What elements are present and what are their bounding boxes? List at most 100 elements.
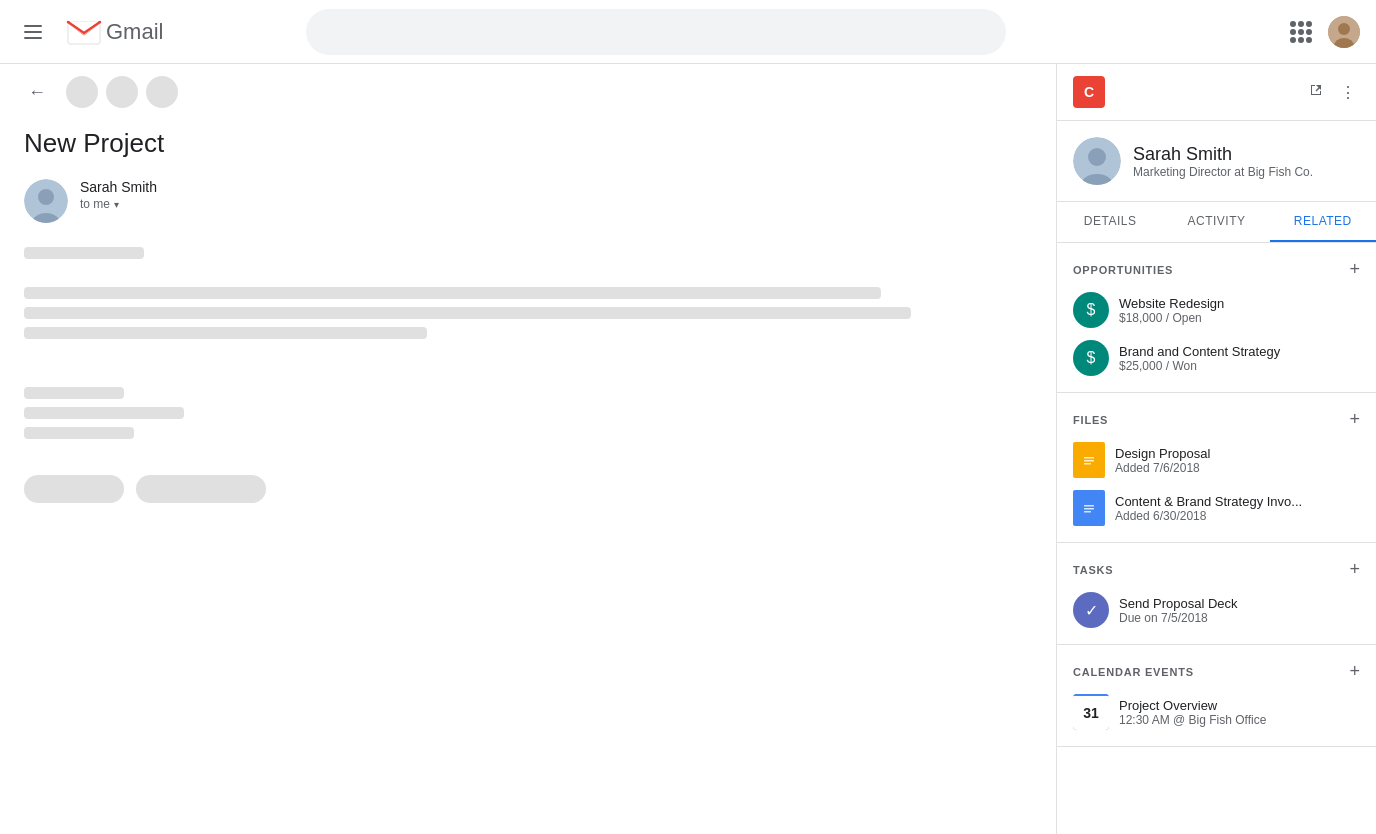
opportunity-2-content: Brand and Content Strategy $25,000 / Won [1119,344,1360,373]
toolbar-actions [66,76,178,108]
to-label: to me [80,197,110,211]
file-item-2: Content & Brand Strategy Invo... Added 6… [1073,490,1360,526]
file-2-title[interactable]: Content & Brand Strategy Invo... [1115,494,1360,509]
opportunity-1-icon: $ [1073,292,1109,328]
body-buttons [24,475,1032,503]
contact-info: Sarah Smith Marketing Director at Big Fi… [1057,121,1376,202]
opportunity-item-1: $ Website Redesign $18,000 / Open [1073,292,1360,328]
file-1-title[interactable]: Design Proposal [1115,446,1360,461]
side-panel: C ⋮ Sarah Smith Marketing Director at Bi… [1056,64,1376,834]
gmail-m-icon [66,18,102,46]
calendar-header: CALENDAR EVENTS + [1073,661,1360,682]
contact-title: Marketing Director at Big Fish Co. [1133,165,1313,179]
contact-avatar [1073,137,1121,185]
calendar-1-icon: 31 [1073,694,1109,730]
opportunity-2-title[interactable]: Brand and Content Strategy [1119,344,1360,359]
add-event-button[interactable]: + [1349,661,1360,682]
files-section: FILES + Design Proposal Added 7/6/2018 C… [1057,393,1376,543]
email-toolbar: ← [24,64,1032,120]
file-1-sub: Added 7/6/2018 [1115,461,1360,475]
opportunity-2-icon: $ [1073,340,1109,376]
calendar-1-title[interactable]: Project Overview [1119,698,1360,713]
side-panel-header: C ⋮ [1057,64,1376,121]
tasks-section: TASKS + ✓ Send Proposal Deck Due on 7/5/… [1057,543,1376,645]
file-1-content: Design Proposal Added 7/6/2018 [1115,446,1360,475]
tab-activity[interactable]: ACTIVITY [1163,202,1269,242]
contact-details: Sarah Smith Marketing Director at Big Fi… [1133,144,1313,179]
body-skeleton-6 [24,407,184,419]
contact-name: Sarah Smith [1133,144,1313,165]
topbar-left: Gmail [16,17,163,47]
files-title: FILES [1073,414,1108,426]
sender-info: Sarah Smith to me ▾ [80,179,157,211]
task-1-sub: Due on 7/5/2018 [1119,611,1360,625]
crm-icon[interactable]: C [1073,76,1105,108]
file-2-sub: Added 6/30/2018 [1115,509,1360,523]
task-item-1: ✓ Send Proposal Deck Due on 7/5/2018 [1073,592,1360,628]
files-header: FILES + [1073,409,1360,430]
email-sender: Sarah Smith to me ▾ [24,179,1032,223]
tasks-header: TASKS + [1073,559,1360,580]
body-skeleton-1 [24,247,144,259]
svg-point-1 [1338,23,1350,35]
open-external-button[interactable] [1304,78,1328,106]
svg-rect-11 [1084,460,1094,462]
opportunities-header: OPPORTUNITIES + [1073,259,1360,280]
more-options-button[interactable]: ⋮ [1336,78,1360,106]
calendar-1-sub: 12:30 AM @ Big Fish Office [1119,713,1360,727]
gmail-logo: Gmail [66,18,163,46]
task-1-title[interactable]: Send Proposal Deck [1119,596,1360,611]
svg-point-7 [1088,148,1106,166]
email-subject: New Project [24,128,1032,159]
side-header-actions: ⋮ [1304,78,1360,106]
task-1-icon: ✓ [1073,592,1109,628]
back-button[interactable]: ← [24,78,50,107]
svg-point-4 [38,189,54,205]
task-1-content: Send Proposal Deck Due on 7/5/2018 [1119,596,1360,625]
body-btn-1[interactable] [24,475,124,503]
opportunities-section: OPPORTUNITIES + $ Website Redesign $18,0… [1057,243,1376,393]
opportunity-2-sub: $25,000 / Won [1119,359,1360,373]
svg-rect-16 [1084,511,1091,513]
sender-name: Sarah Smith [80,179,157,195]
calendar-day-number: 31 [1073,696,1109,730]
add-opportunity-button[interactable]: + [1349,259,1360,280]
svg-rect-15 [1084,508,1094,510]
body-skeleton-5 [24,387,124,399]
body-skeleton-2 [24,287,881,299]
action-button-2[interactable] [106,76,138,108]
svg-rect-10 [1084,457,1094,459]
search-bar[interactable] [306,9,1006,55]
gmail-label: Gmail [106,19,163,45]
topbar: Gmail [0,0,1376,64]
file-2-content: Content & Brand Strategy Invo... Added 6… [1115,494,1360,523]
opportunity-1-content: Website Redesign $18,000 / Open [1119,296,1360,325]
calendar-title: CALENDAR EVENTS [1073,666,1194,678]
file-2-icon [1073,490,1105,526]
add-task-button[interactable]: + [1349,559,1360,580]
email-panel: ← New Project Sarah Smith to me ▾ [0,64,1056,834]
hamburger-menu[interactable] [16,17,50,47]
body-btn-2[interactable] [136,475,266,503]
tab-related[interactable]: RELATED [1270,202,1376,242]
tasks-title: TASKS [1073,564,1113,576]
calendar-section: CALENDAR EVENTS + 31 Project Overview 12… [1057,645,1376,747]
file-1-icon [1073,442,1105,478]
email-body [24,247,1032,503]
action-button-3[interactable] [146,76,178,108]
sender-to[interactable]: to me ▾ [80,197,157,211]
body-skeleton-4 [24,327,427,339]
main-layout: ← New Project Sarah Smith to me ▾ [0,64,1376,834]
file-item-1: Design Proposal Added 7/6/2018 [1073,442,1360,478]
apps-icon[interactable] [1290,21,1312,43]
user-avatar[interactable] [1328,16,1360,48]
opportunity-1-title[interactable]: Website Redesign [1119,296,1360,311]
add-file-button[interactable]: + [1349,409,1360,430]
action-button-1[interactable] [66,76,98,108]
body-skeleton-3 [24,307,911,319]
svg-rect-12 [1084,463,1091,465]
dropdown-arrow-icon: ▾ [114,199,119,210]
tab-details[interactable]: DETAILS [1057,202,1163,242]
svg-rect-14 [1084,505,1094,507]
sidebar-tabs: DETAILS ACTIVITY RELATED [1057,202,1376,243]
